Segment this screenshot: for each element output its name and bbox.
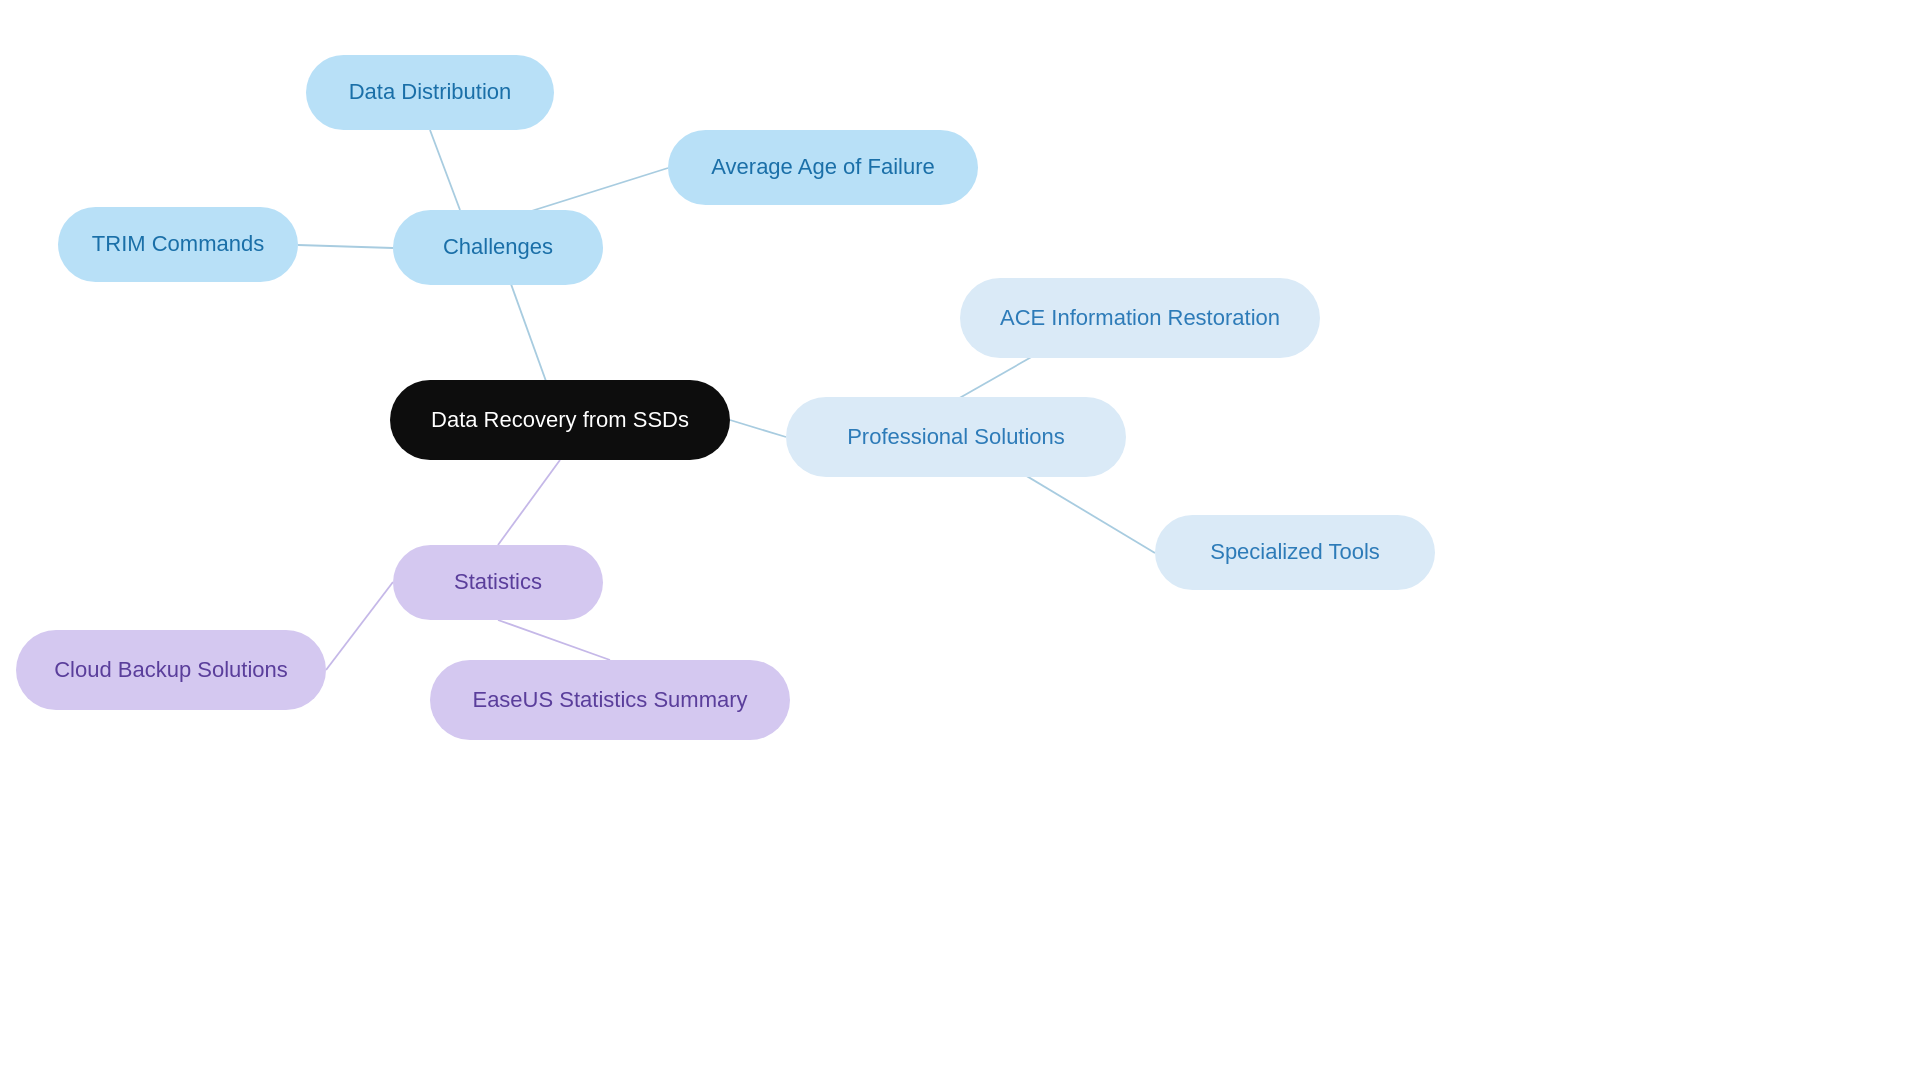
svg-line-7 (498, 460, 560, 545)
ace-information-node[interactable]: ACE Information Restoration (960, 278, 1320, 358)
challenges-label: Challenges (433, 233, 563, 262)
cloud-backup-node[interactable]: Cloud Backup Solutions (16, 630, 326, 710)
specialized-tools-label: Specialized Tools (1200, 538, 1390, 567)
svg-line-2 (298, 245, 393, 248)
average-age-node[interactable]: Average Age of Failure (668, 130, 978, 205)
challenges-node[interactable]: Challenges (393, 210, 603, 285)
statistics-node[interactable]: Statistics (393, 545, 603, 620)
svg-line-9 (498, 620, 610, 660)
specialized-tools-node[interactable]: Specialized Tools (1155, 515, 1435, 590)
trim-commands-label: TRIM Commands (82, 230, 274, 259)
easeus-label: EaseUS Statistics Summary (462, 686, 757, 715)
average-age-label: Average Age of Failure (701, 153, 944, 182)
center-node[interactable]: Data Recovery from SSDs (390, 380, 730, 460)
data-distribution-node[interactable]: Data Distribution (306, 55, 554, 130)
svg-line-8 (326, 582, 393, 670)
center-node-label: Data Recovery from SSDs (421, 406, 699, 435)
svg-line-4 (730, 420, 786, 437)
easeus-node[interactable]: EaseUS Statistics Summary (430, 660, 790, 740)
cloud-backup-label: Cloud Backup Solutions (44, 656, 298, 685)
professional-solutions-node[interactable]: Professional Solutions (786, 397, 1126, 477)
data-distribution-label: Data Distribution (339, 78, 522, 107)
trim-commands-node[interactable]: TRIM Commands (58, 207, 298, 282)
ace-information-label: ACE Information Restoration (990, 304, 1290, 333)
svg-line-1 (430, 130, 460, 210)
statistics-label: Statistics (444, 568, 552, 597)
professional-solutions-label: Professional Solutions (837, 423, 1075, 452)
